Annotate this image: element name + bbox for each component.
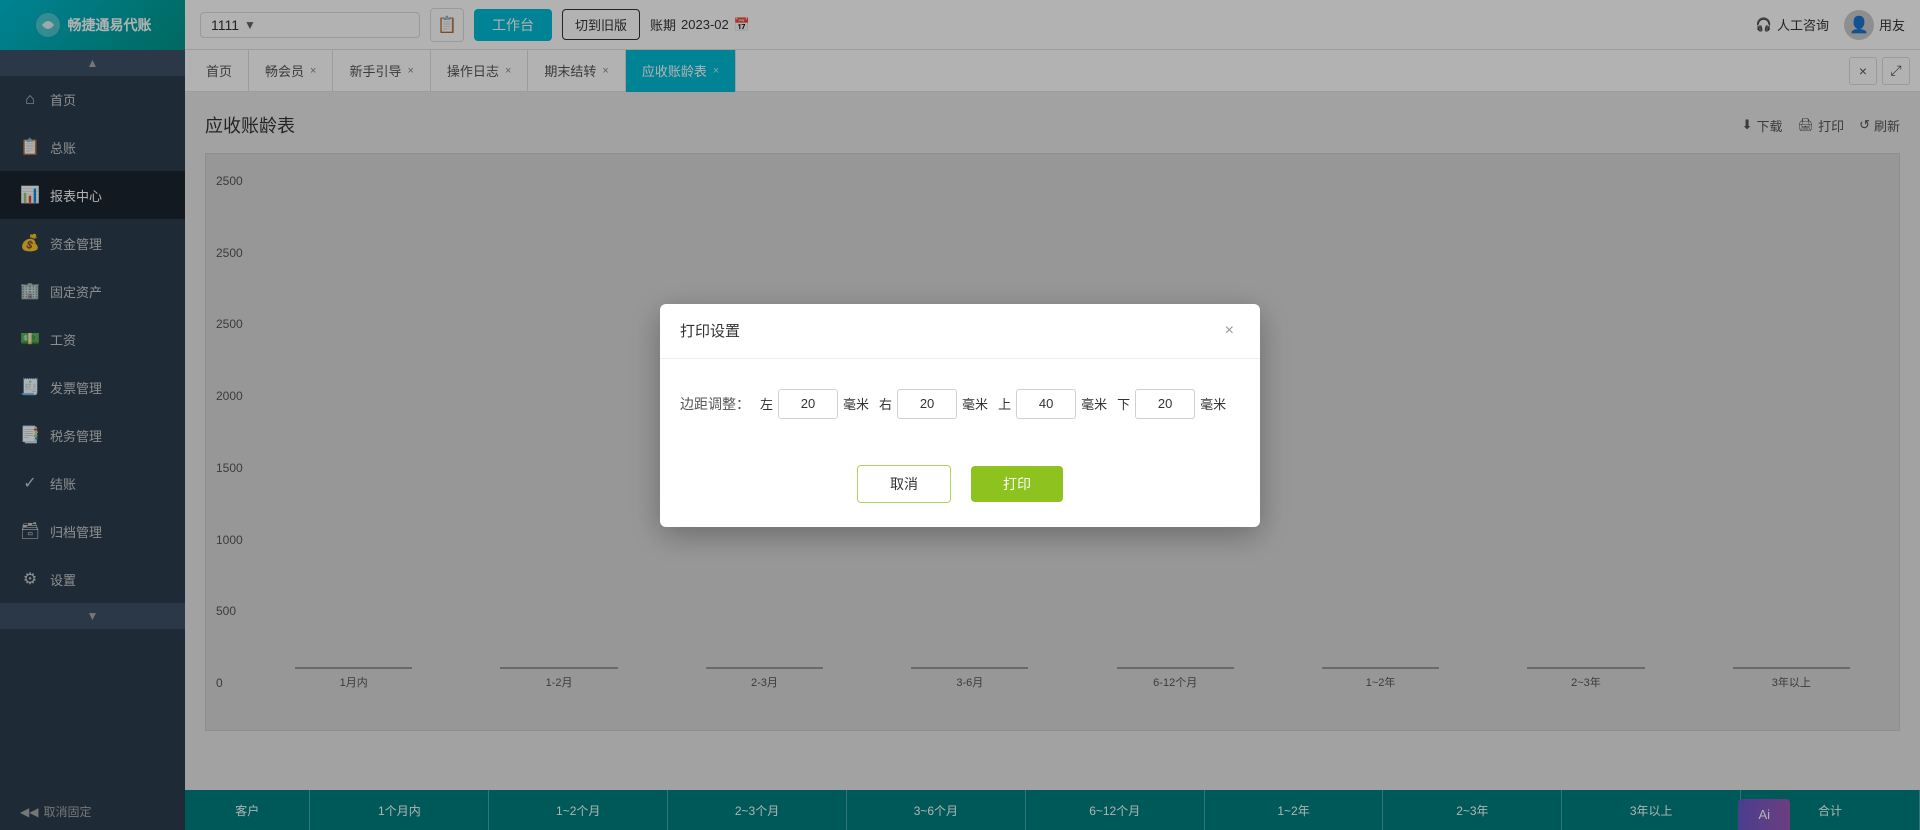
modal-body: 边距调整： 左 毫米 右 毫米 上 毫米 下 xyxy=(660,359,1260,449)
margin-row: 边距调整： 左 毫米 右 毫米 上 毫米 下 xyxy=(680,389,1240,419)
bottom-label: 下 xyxy=(1117,394,1130,413)
margin-top-group: 上 毫米 xyxy=(998,389,1107,419)
cancel-button[interactable]: 取消 xyxy=(857,465,951,503)
modal-close-button[interactable]: × xyxy=(1219,320,1240,342)
right-label: 右 xyxy=(879,394,892,413)
margin-bottom-group: 下 毫米 xyxy=(1117,389,1226,419)
margin-top-input[interactable] xyxy=(1016,389,1076,419)
margin-left-input[interactable] xyxy=(778,389,838,419)
bottom-unit: 毫米 xyxy=(1200,394,1226,413)
margin-label: 边距调整： xyxy=(680,394,750,414)
print-settings-dialog: 打印设置 × 边距调整： 左 毫米 右 毫米 上 毫米 xyxy=(660,304,1260,527)
modal-overlay[interactable]: 打印设置 × 边距调整： 左 毫米 右 毫米 上 毫米 xyxy=(0,0,1920,830)
margin-right-input[interactable] xyxy=(897,389,957,419)
modal-header: 打印设置 × xyxy=(660,304,1260,359)
top-label: 上 xyxy=(998,394,1011,413)
modal-footer: 取消 打印 xyxy=(660,449,1260,527)
top-unit: 毫米 xyxy=(1081,394,1107,413)
right-unit: 毫米 xyxy=(962,394,988,413)
modal-title: 打印设置 xyxy=(680,320,740,341)
left-unit: 毫米 xyxy=(843,394,869,413)
print-confirm-button[interactable]: 打印 xyxy=(971,466,1063,502)
margin-right-group: 右 毫米 xyxy=(879,389,988,419)
margin-left-group: 左 毫米 xyxy=(760,389,869,419)
left-label: 左 xyxy=(760,394,773,413)
margin-bottom-input[interactable] xyxy=(1135,389,1195,419)
